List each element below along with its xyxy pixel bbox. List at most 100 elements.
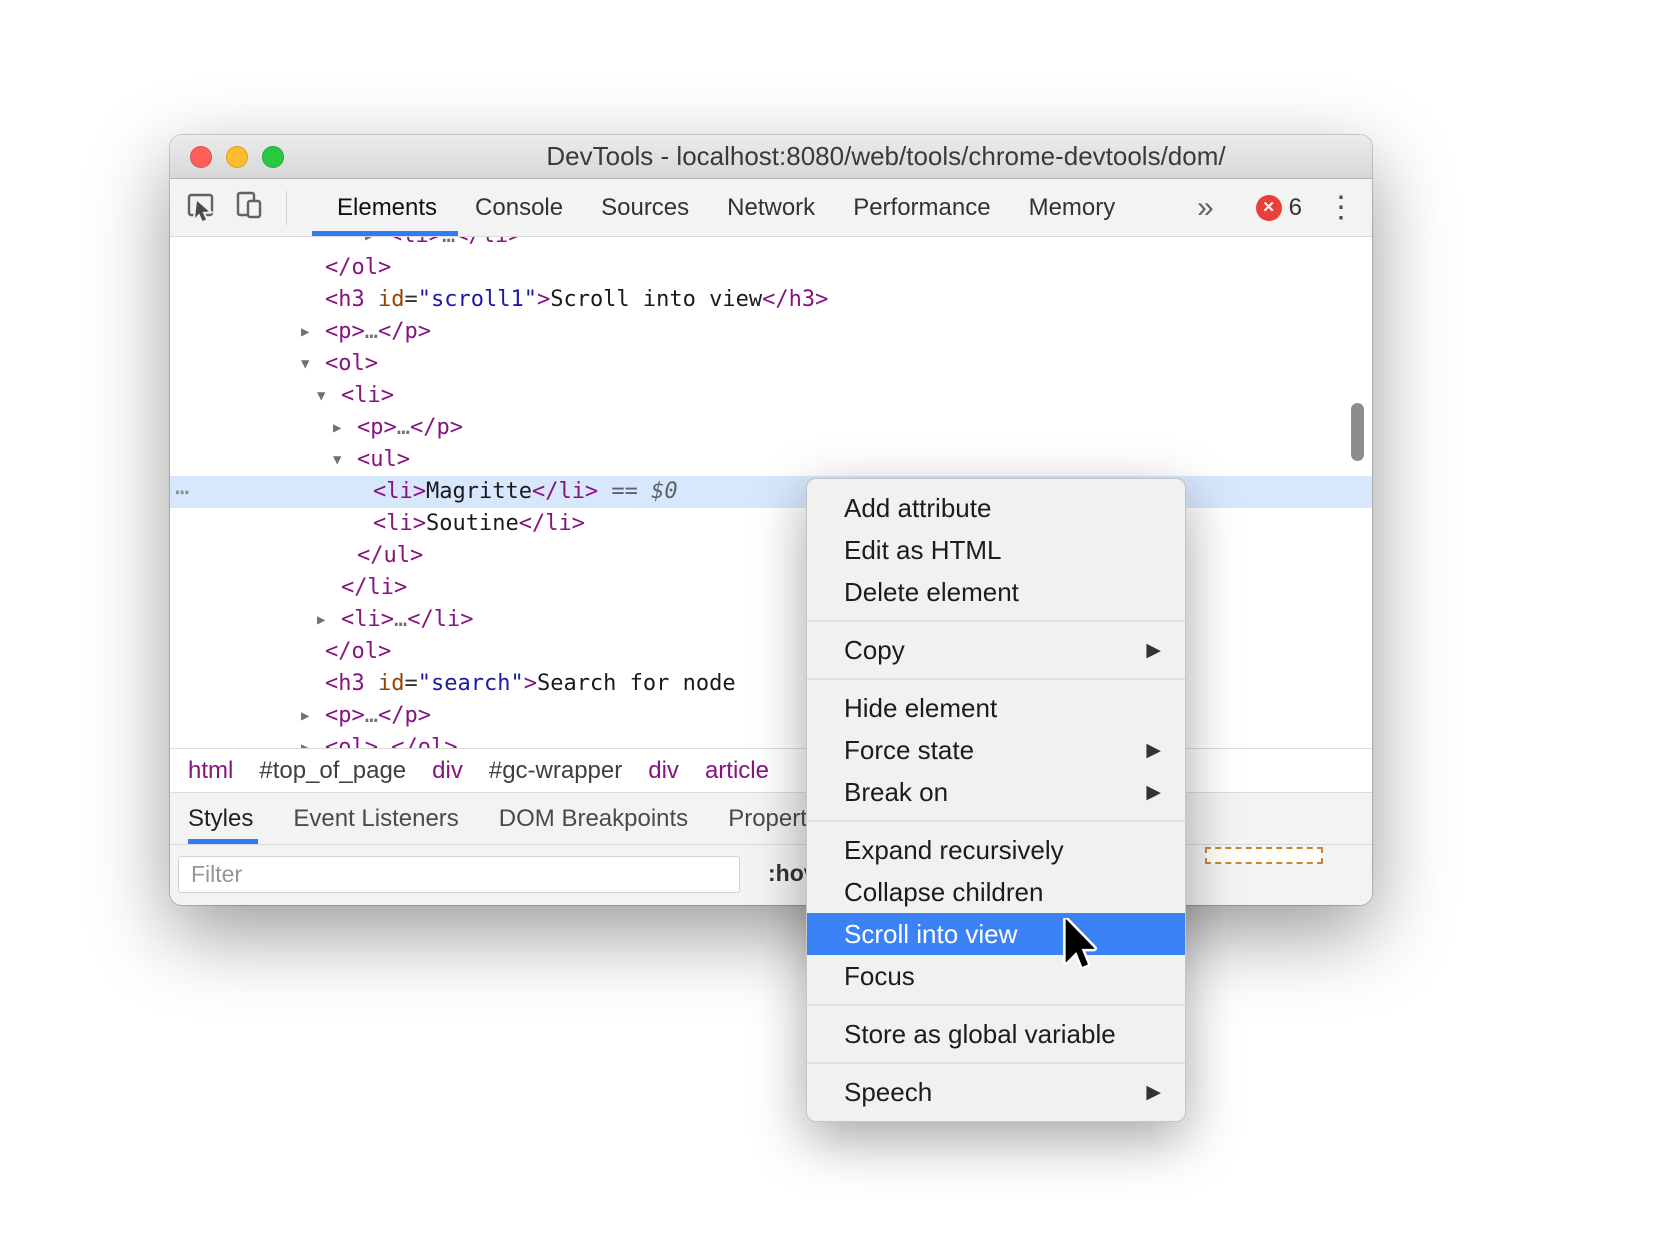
desktop-background: DevTools - localhost:8080/web/tools/chro… (0, 0, 1672, 1260)
menu-separator (807, 820, 1185, 822)
code-token: Scroll into view (550, 287, 762, 312)
tree-row[interactable]: ▼ <ol> (170, 348, 1372, 380)
mouse-cursor (1062, 918, 1098, 973)
inspect-element-button[interactable] (184, 191, 218, 225)
sidebar-tab-event-listeners[interactable]: Event Listeners (293, 805, 458, 833)
tree-row[interactable]: ▼ <li> (170, 380, 1372, 412)
code-token: … (394, 607, 407, 632)
minimize-button[interactable] (226, 146, 248, 168)
error-count: 6 (1289, 194, 1302, 222)
disclosure-collapsed-icon[interactable]: ▶ (333, 412, 341, 444)
menu-item-store-as-global-variable[interactable]: Store as global variable (807, 1013, 1185, 1055)
tree-row[interactable]: <h3 id="scroll1">Scroll into view</h3> (170, 284, 1372, 316)
tree-row[interactable]: ▶<li>…</li> (170, 237, 1372, 252)
code-token: <p> (357, 415, 397, 440)
menu-item-speech[interactable]: Speech▶ (807, 1071, 1185, 1113)
tab-sources[interactable]: Sources (601, 179, 689, 236)
tab-console[interactable]: Console (475, 179, 563, 236)
code-token: <p> (325, 319, 365, 344)
disclosure-collapsed-icon[interactable]: ▶ (365, 237, 373, 252)
breadcrumb-article[interactable]: article (705, 757, 769, 785)
code-token: <li> (341, 383, 394, 408)
tree-row[interactable]: </li> (170, 572, 1372, 604)
menu-item-hide-element[interactable]: Hide element (807, 687, 1185, 729)
menu-separator (807, 1062, 1185, 1064)
tree-row[interactable]: </ol> (170, 636, 1372, 668)
tab-elements[interactable]: Elements (337, 179, 437, 236)
tree-row[interactable]: ▶<li>…</li> (170, 604, 1372, 636)
menu-item-copy[interactable]: Copy▶ (807, 629, 1185, 671)
code-token: </p> (378, 319, 431, 344)
breadcrumb--gc-wrapper[interactable]: #gc-wrapper (489, 757, 622, 785)
menu-item-add-attribute[interactable]: Add attribute (807, 487, 1185, 529)
menu-item-edit-as-html[interactable]: Edit as HTML (807, 529, 1185, 571)
disclosure-expanded-icon[interactable]: ▼ (317, 380, 325, 412)
code-token: … (378, 735, 391, 748)
breadcrumb--top-of-page[interactable]: #top_of_page (259, 757, 406, 785)
tab-memory[interactable]: Memory (1029, 179, 1116, 236)
tree-row[interactable]: <li>Soutine</li> (170, 508, 1372, 540)
breadcrumb-div[interactable]: div (648, 757, 679, 785)
tree-row[interactable]: </ul> (170, 540, 1372, 572)
tree-row[interactable]: <h3 id="search">Search for node (170, 668, 1372, 700)
menu-item-force-state[interactable]: Force state▶ (807, 729, 1185, 771)
tree-row[interactable]: ⋯<li>Magritte</li> == $0 (170, 476, 1372, 508)
tree-row[interactable]: </ol> (170, 252, 1372, 284)
disclosure-collapsed-icon[interactable]: ▶ (301, 700, 309, 732)
code-token: … (365, 703, 378, 728)
console-error-badge[interactable]: ✕ 6 (1256, 194, 1302, 222)
menu-item-collapse-children[interactable]: Collapse children (807, 871, 1185, 913)
filter-input[interactable] (178, 856, 740, 893)
disclosure-collapsed-icon[interactable]: ▶ (301, 316, 309, 348)
tab-performance[interactable]: Performance (853, 179, 990, 236)
disclosure-collapsed-icon[interactable]: ▶ (317, 604, 325, 636)
menu-item-focus[interactable]: Focus (807, 955, 1185, 997)
menu-item-scroll-into-view[interactable]: Scroll into view (807, 913, 1185, 955)
tree-row[interactable]: ▶<p>…</p> (170, 412, 1372, 444)
code-token: == (598, 479, 651, 504)
code-token: > (524, 671, 537, 696)
tree-row[interactable]: ▶ <ol>…</ol> (170, 732, 1372, 748)
tree-row[interactable]: ▶ <p>…</p> (170, 316, 1372, 348)
code-token: </li> (341, 575, 407, 600)
code-token: <h3 (325, 671, 378, 696)
tree-row[interactable]: ▼<ul> (170, 444, 1372, 476)
tab-network[interactable]: Network (727, 179, 815, 236)
disclosure-collapsed-icon[interactable]: ▶ (301, 732, 309, 748)
menu-item-expand-recursively[interactable]: Expand recursively (807, 829, 1185, 871)
toggle-device-toolbar-button[interactable] (232, 191, 266, 225)
code-token: … (365, 319, 378, 344)
code-token: <ol> (325, 351, 378, 376)
dom-tree: ▶<li>…</li></ol><h3 id="scroll1">Scroll … (170, 237, 1372, 748)
menu-item-label: Collapse children (844, 877, 1043, 907)
code-token: Search for node (537, 671, 736, 696)
breadcrumb-html[interactable]: html (188, 757, 233, 785)
code-token: <li> (389, 237, 442, 248)
tree-row[interactable]: ▶<p>…</p> (170, 700, 1372, 732)
menu-item-delete-element[interactable]: Delete element (807, 571, 1185, 613)
code-token: … (442, 237, 455, 248)
devtools-menu-button[interactable]: ⋮ (1318, 190, 1364, 225)
sidebar-tabs: StylesEvent ListenersDOM BreakpointsProp… (170, 793, 1372, 845)
disclosure-expanded-icon[interactable]: ▼ (333, 444, 341, 476)
sidebar-tab-dom-breakpoints[interactable]: DOM Breakpoints (499, 805, 688, 833)
code-token: </h3> (762, 287, 828, 312)
inspect-cursor-icon (185, 189, 217, 226)
vertical-scrollbar-thumb[interactable] (1351, 403, 1364, 461)
disclosure-expanded-icon[interactable]: ▼ (301, 348, 309, 380)
more-tabs-button[interactable]: » (1197, 191, 1214, 225)
breadcrumb-div[interactable]: div (432, 757, 463, 785)
more-dots-indicator[interactable]: ⋯ (175, 476, 186, 508)
menu-item-break-on[interactable]: Break on▶ (807, 771, 1185, 813)
toolbar-divider (286, 191, 287, 225)
code-token: id (378, 671, 405, 696)
styles-toolbar: :hov (170, 845, 1372, 905)
code-token: > (537, 287, 550, 312)
code-token: </ol> (391, 735, 457, 748)
code-token: <h3 (325, 287, 378, 312)
sidebar-tab-styles[interactable]: Styles (188, 805, 253, 833)
titlebar[interactable]: DevTools - localhost:8080/web/tools/chro… (170, 135, 1372, 179)
close-button[interactable] (190, 146, 212, 168)
code-token: <ol> (325, 735, 378, 748)
zoom-button[interactable] (262, 146, 284, 168)
